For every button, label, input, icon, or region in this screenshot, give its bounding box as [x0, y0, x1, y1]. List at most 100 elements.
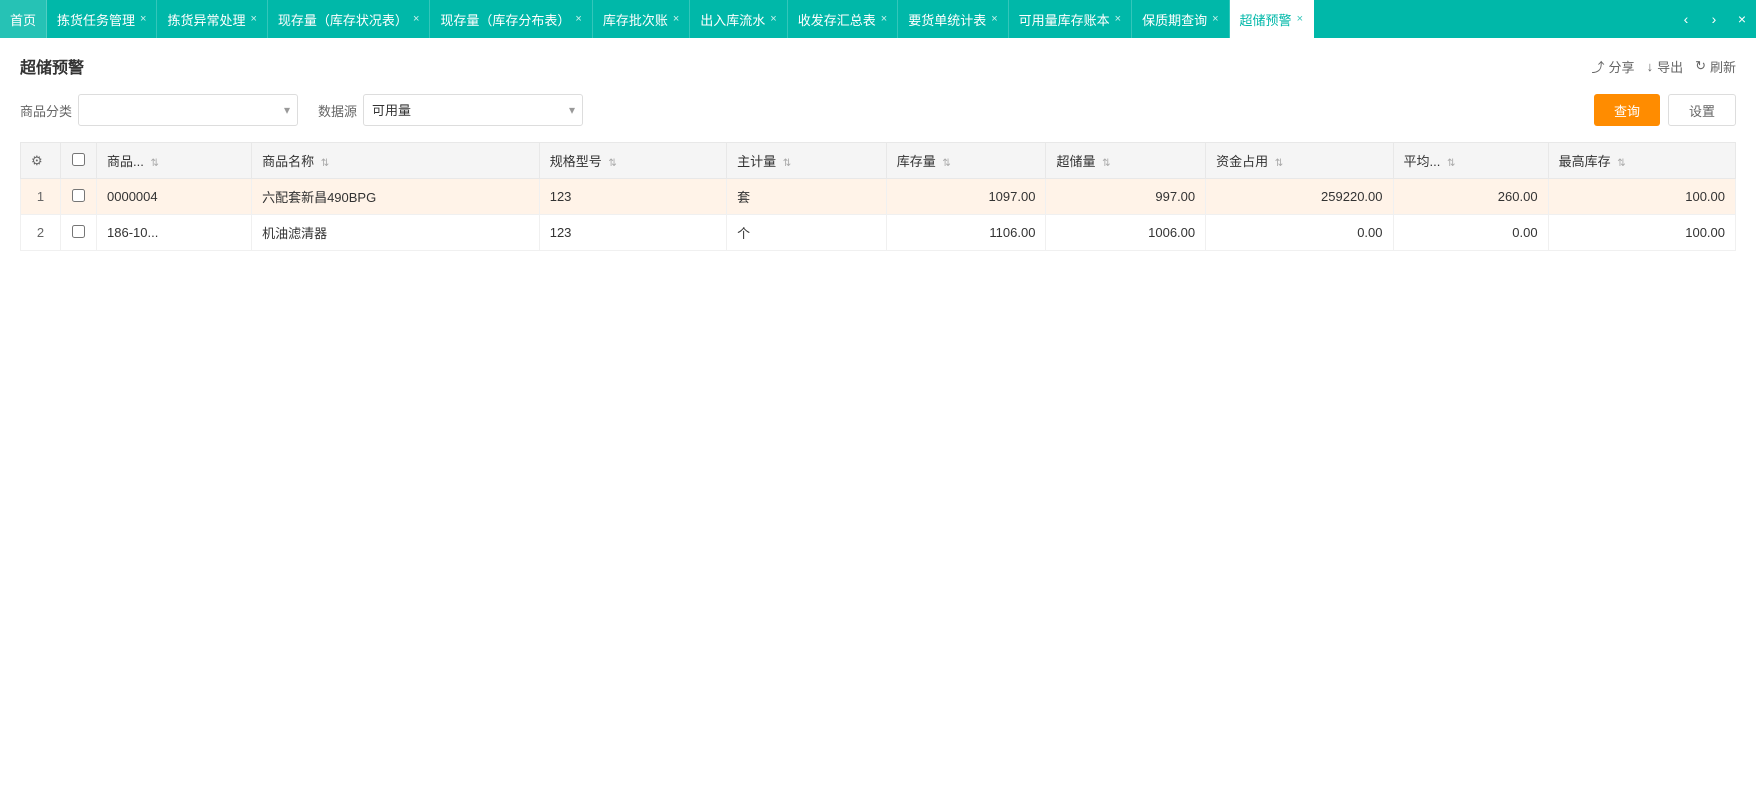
row-1-checkbox[interactable] [72, 189, 85, 202]
nav-close-available-stock[interactable]: × [1115, 13, 1121, 25]
col-header-stock[interactable]: 库存量 ⇅ [886, 143, 1046, 179]
nav-home[interactable]: 首页 [0, 0, 47, 38]
table-settings-icon[interactable]: ⚙ [31, 153, 43, 168]
row-2-capital: 0.00 [1206, 215, 1393, 251]
page-header: 超储预警 ⤴ 分享 ↓ 导出 ↻ 刷新 [20, 54, 1736, 78]
sort-icon-name: ⇅ [321, 158, 329, 169]
row-2-unit: 个 [727, 215, 887, 251]
row-1-capital: 259220.00 [1206, 179, 1393, 215]
page-content: 超储预警 ⤴ 分享 ↓ 导出 ↻ 刷新 商品分类 [0, 38, 1756, 800]
query-button[interactable]: 查询 [1594, 94, 1660, 126]
settings-button[interactable]: 设置 [1668, 94, 1736, 126]
sort-icon-code: ⇅ [150, 158, 158, 169]
row-2-max-stock: 100.00 [1548, 215, 1735, 251]
category-label: 商品分类 [20, 101, 72, 120]
sort-icon-stock: ⇅ [942, 158, 950, 169]
top-navigation: 首页 拣货任务管理 × 拣货异常处理 × 现存量（库存状况表） × 现存量（库存… [0, 0, 1756, 38]
refresh-button[interactable]: ↻ 刷新 [1695, 57, 1736, 76]
nav-order-stats[interactable]: 要货单统计表 × [898, 0, 1008, 38]
row-1-stock: 1097.00 [886, 179, 1046, 215]
nav-close-stock-dist[interactable]: × [575, 13, 581, 25]
nav-overstock-warning[interactable]: 超储预警 × [1230, 0, 1314, 38]
nav-scroll-arrows: ‹ › × [1672, 0, 1756, 38]
datasource-select-wrapper: 可用量 实际库存 [363, 94, 583, 126]
row-1-avg: 260.00 [1393, 179, 1548, 215]
row-2-product-code: 186-10... [97, 215, 252, 251]
nav-close-order-stats[interactable]: × [991, 13, 997, 25]
col-header-capital[interactable]: 资金占用 ⇅ [1206, 143, 1393, 179]
col-header-unit[interactable]: 主计量 ⇅ [727, 143, 887, 179]
col-header-product-code[interactable]: 商品... ⇅ [97, 143, 252, 179]
datasource-select[interactable]: 可用量 实际库存 [363, 94, 583, 126]
nav-close-stock-batch[interactable]: × [673, 13, 679, 25]
row-1-product-name: 六配套新昌490BPG [252, 179, 540, 215]
datasource-filter: 数据源 可用量 实际库存 [318, 94, 583, 126]
nav-close-inout-flow[interactable]: × [770, 13, 776, 25]
nav-available-stock[interactable]: 可用量库存账本 × [1009, 0, 1132, 38]
nav-close-receive-summary[interactable]: × [881, 13, 887, 25]
col-header-product-name[interactable]: 商品名称 ⇅ [252, 143, 540, 179]
sort-icon-overstock: ⇅ [1102, 158, 1110, 169]
category-filter: 商品分类 [20, 94, 298, 126]
col-header-avg[interactable]: 平均... ⇅ [1393, 143, 1548, 179]
filter-row: 商品分类 数据源 可用量 实际库存 查询 设置 [20, 94, 1736, 126]
table-body: 1 0000004 六配套新昌490BPG 123 套 1097.00 997.… [21, 179, 1736, 251]
row-2-avg: 0.00 [1393, 215, 1548, 251]
datasource-label: 数据源 [318, 101, 357, 120]
share-button[interactable]: ⤴ 分享 [1592, 57, 1635, 76]
table-row: 2 186-10... 机油滤清器 123 个 1106.00 1006.00 … [21, 215, 1736, 251]
row-2-checkbox[interactable] [72, 225, 85, 238]
select-all-checkbox[interactable] [72, 153, 85, 166]
nav-more-button[interactable]: × [1728, 0, 1756, 38]
nav-close-pick-exception[interactable]: × [250, 13, 256, 25]
refresh-icon: ↻ [1695, 58, 1706, 74]
nav-close-pick-task[interactable]: × [140, 13, 146, 25]
sort-icon-avg: ⇅ [1447, 158, 1455, 169]
row-1-product-code: 0000004 [97, 179, 252, 215]
col-select-all [61, 143, 97, 179]
row-checkbox-1 [61, 179, 97, 215]
table-header-row: ⚙ 商品... ⇅ 商品名称 ⇅ 规格型号 ⇅ 主计量 [21, 143, 1736, 179]
page-title: 超储预警 [20, 54, 84, 78]
nav-stock-batch[interactable]: 库存批次账 × [593, 0, 690, 38]
sort-icon-spec: ⇅ [608, 158, 616, 169]
nav-close-overstock[interactable]: × [1297, 13, 1303, 25]
nav-stock-status[interactable]: 现存量（库存状况表） × [268, 0, 430, 38]
sort-icon-max: ⇅ [1617, 158, 1625, 169]
row-1-overstock: 997.00 [1046, 179, 1206, 215]
export-icon: ↓ [1647, 59, 1654, 74]
row-checkbox-2 [61, 215, 97, 251]
col-gear: ⚙ [21, 143, 61, 179]
row-num-2: 2 [21, 215, 61, 251]
nav-next-button[interactable]: › [1700, 0, 1728, 38]
export-button[interactable]: ↓ 导出 [1647, 57, 1684, 76]
nav-prev-button[interactable]: ‹ [1672, 0, 1700, 38]
row-num-1: 1 [21, 179, 61, 215]
col-header-max-stock[interactable]: 最高库存 ⇅ [1548, 143, 1735, 179]
nav-inout-flow[interactable]: 出入库流水 × [690, 0, 787, 38]
nav-pick-task[interactable]: 拣货任务管理 × [47, 0, 157, 38]
row-1-spec: 123 [539, 179, 726, 215]
row-2-overstock: 1006.00 [1046, 215, 1206, 251]
sort-icon-capital: ⇅ [1275, 158, 1283, 169]
sort-icon-unit: ⇅ [783, 158, 791, 169]
nav-receive-summary[interactable]: 收发存汇总表 × [788, 0, 898, 38]
header-actions: ⤴ 分享 ↓ 导出 ↻ 刷新 [1592, 57, 1736, 76]
category-select[interactable] [78, 94, 298, 126]
nav-close-expiry-query[interactable]: × [1212, 13, 1218, 25]
nav-pick-exception[interactable]: 拣货异常处理 × [157, 0, 267, 38]
data-table: ⚙ 商品... ⇅ 商品名称 ⇅ 规格型号 ⇅ 主计量 [20, 142, 1736, 251]
nav-stock-dist[interactable]: 现存量（库存分布表） × [430, 0, 592, 38]
nav-close-stock-status[interactable]: × [413, 13, 419, 25]
row-2-spec: 123 [539, 215, 726, 251]
row-2-product-name: 机油滤清器 [252, 215, 540, 251]
row-1-unit: 套 [727, 179, 887, 215]
nav-expiry-query[interactable]: 保质期查询 × [1132, 0, 1229, 38]
filter-buttons: 查询 设置 [1594, 94, 1736, 126]
col-header-overstock[interactable]: 超储量 ⇅ [1046, 143, 1206, 179]
row-2-stock: 1106.00 [886, 215, 1046, 251]
col-header-spec[interactable]: 规格型号 ⇅ [539, 143, 726, 179]
table-row: 1 0000004 六配套新昌490BPG 123 套 1097.00 997.… [21, 179, 1736, 215]
row-1-max-stock: 100.00 [1548, 179, 1735, 215]
table-header: ⚙ 商品... ⇅ 商品名称 ⇅ 规格型号 ⇅ 主计量 [21, 143, 1736, 179]
